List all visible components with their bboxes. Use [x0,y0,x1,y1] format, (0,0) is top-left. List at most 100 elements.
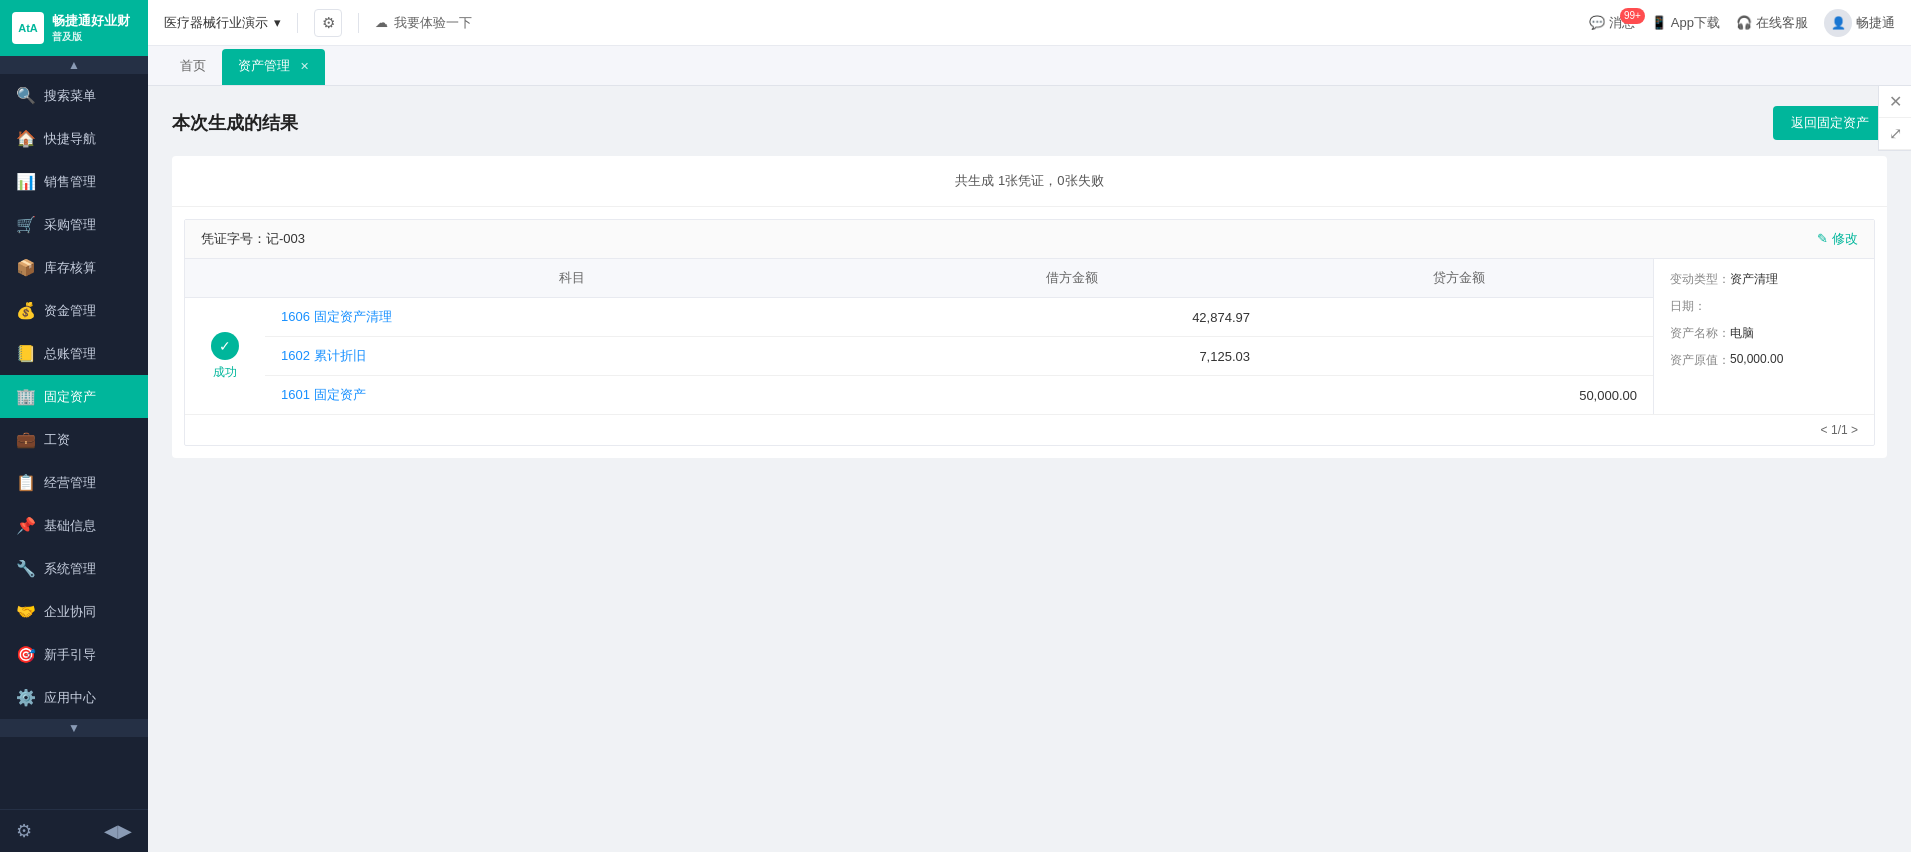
sidebar-item-label: 经营管理 [44,474,96,492]
sidebar-item-inventory[interactable]: 📦 库存核算 [0,246,148,289]
credit-cell [1266,298,1653,337]
sidebar-settings-icon[interactable]: ⚙ [16,820,32,842]
success-icon: ✓ [211,332,239,360]
sidebar-item-ops[interactable]: 📋 经营管理 [0,461,148,504]
experience-icon: ☁ [375,15,388,30]
basic-icon: 📌 [16,516,34,535]
sidebar-logo: AtA 畅捷通好业财 普及版 [0,0,148,56]
sidebar-scroll-down[interactable]: ▼ [0,719,148,737]
edit-icon: ✎ [1817,231,1828,246]
original-value-label: 资产原值： [1670,352,1730,369]
sidebar-scroll: ▲ 🔍 搜索菜单 🏠 快捷导航 📊 销售管理 🛒 采购管理 📦 库存核算 💰 资… [0,56,148,809]
expand-panel-button[interactable]: ⤢ [1879,118,1911,150]
sidebar-item-purchase[interactable]: 🛒 采购管理 [0,203,148,246]
asset-name-row: 资产名称： 电脑 [1670,325,1858,342]
sidebar-item-funds[interactable]: 💰 资金管理 [0,289,148,332]
search-icon: 🔍 [16,86,34,105]
prev-page-button[interactable]: < [1821,423,1828,437]
funds-icon: 💰 [16,301,34,320]
account-cell: 1601 固定资产 [265,376,879,415]
guide-icon: 🎯 [16,645,34,664]
table-row: 1601 固定资产 50,000.00 [185,376,1653,415]
credit-cell [1266,337,1653,376]
sidebar-collapse-icon[interactable]: ◀▶ [104,820,132,842]
sidebar-item-label: 企业协同 [44,603,96,621]
logo-sub: 普及版 [52,30,130,43]
return-button[interactable]: 返回固定资产 [1773,106,1887,140]
messages-button[interactable]: 💬 消息 99+ [1589,14,1635,32]
tab-close-icon[interactable]: ✕ [300,60,309,72]
topbar-divider1 [297,13,298,33]
page-title: 本次生成的结果 [172,111,298,135]
sidebar-item-label: 工资 [44,431,70,449]
edit-button[interactable]: ✎ 修改 [1817,230,1858,248]
experience-button[interactable]: ☁ 我要体验一下 [375,14,472,32]
sidebar-item-label: 系统管理 [44,560,96,578]
next-page-button[interactable]: > [1851,423,1858,437]
sidebar-item-label: 销售管理 [44,173,96,191]
system-icon: 🔧 [16,559,34,578]
account-cell: 1606 固定资产清理 [265,298,879,337]
edit-label: 修改 [1832,231,1858,246]
original-value-row: 资产原值： 50,000.00 [1670,352,1858,369]
avatar: 👤 [1824,9,1852,37]
sidebar-item-guide[interactable]: 🎯 新手引导 [0,633,148,676]
user-menu[interactable]: 👤 畅捷通 [1824,9,1895,37]
app-download-label: App下载 [1671,14,1720,32]
settings-button[interactable]: ⚙ [314,9,342,37]
date-row: 日期： [1670,298,1858,315]
sidebar-item-system[interactable]: 🔧 系统管理 [0,547,148,590]
table-row: ✓ 成功 1606 固定资产清理 42,874.97 [185,298,1653,337]
tab-home-label: 首页 [180,58,206,73]
close-panel-button[interactable]: ✕ [1879,86,1911,118]
sidebar-item-fixed-assets[interactable]: 🏢 固定资产 [0,375,148,418]
sidebar-item-label: 快捷导航 [44,130,96,148]
sidebar-item-ledger[interactable]: 📒 总账管理 [0,332,148,375]
sidebar-item-label: 总账管理 [44,345,96,363]
credit-col-header: 贷方金额 [1266,259,1653,298]
result-section: 共生成 1张凭证，0张失败 凭证字号：记-003 ✎ 修改 [172,156,1887,458]
sidebar: AtA 畅捷通好业财 普及版 ▲ 🔍 搜索菜单 🏠 快捷导航 📊 销售管理 🛒 … [0,0,148,852]
change-type-label: 变动类型： [1670,271,1730,288]
purchase-icon: 🛒 [16,215,34,234]
account-cell: 1602 累计折旧 [265,337,879,376]
tab-assets[interactable]: 资产管理 ✕ [222,49,325,85]
sidebar-bottom: ⚙ ◀▶ [0,809,148,852]
online-service-button[interactable]: 🎧 在线客服 [1736,14,1808,32]
corp-icon: 🤝 [16,602,34,621]
ledger-icon: 📒 [16,344,34,363]
asset-name-label: 资产名称： [1670,325,1730,342]
app-download-button[interactable]: 📱 App下载 [1651,14,1720,32]
sidebar-item-quicknav[interactable]: 🏠 快捷导航 [0,117,148,160]
topbar-right: 💬 消息 99+ 📱 App下载 🎧 在线客服 👤 畅捷通 [1589,9,1895,37]
message-badge: 99+ [1620,8,1645,24]
change-type-value: 资产清理 [1730,271,1778,288]
company-name: 医疗器械行业演示 [164,14,268,32]
sidebar-item-label: 资金管理 [44,302,96,320]
logo-icon: AtA [12,12,44,44]
debit-cell: 7,125.03 [879,337,1266,376]
ops-icon: 📋 [16,473,34,492]
sidebar-item-search[interactable]: 🔍 搜索菜单 [0,74,148,117]
status-cell: ✓ 成功 [185,298,265,415]
voucher-header: 凭证字号：记-003 ✎ 修改 [185,220,1874,259]
sidebar-item-sales[interactable]: 📊 销售管理 [0,160,148,203]
sidebar-item-apps[interactable]: ⚙️ 应用中心 [0,676,148,719]
settings-icon: ⚙ [322,14,335,32]
apps-icon: ⚙️ [16,688,34,707]
fixed-assets-icon: 🏢 [16,387,34,406]
voucher-table: 科目 借方金额 贷方金额 ✓ 成功 [185,259,1654,414]
tab-home[interactable]: 首页 [164,49,222,85]
experience-label: 我要体验一下 [394,14,472,32]
sidebar-item-basic[interactable]: 📌 基础信息 [0,504,148,547]
sidebar-item-corp[interactable]: 🤝 企业协同 [0,590,148,633]
debit-col-header: 借方金额 [879,259,1266,298]
sidebar-item-salary[interactable]: 💼 工资 [0,418,148,461]
sidebar-scroll-up[interactable]: ▲ [0,56,148,74]
company-selector[interactable]: 医疗器械行业演示 ▾ [164,14,281,32]
date-label: 日期： [1670,298,1730,315]
voucher-block: 凭证字号：记-003 ✎ 修改 科目 [184,219,1875,446]
topbar: 医疗器械行业演示 ▾ ⚙ ☁ 我要体验一下 💬 消息 99+ 📱 App下载 🎧 [148,0,1911,46]
online-service-label: 在线客服 [1756,14,1808,32]
voucher-number: 凭证字号：记-003 [201,230,305,248]
